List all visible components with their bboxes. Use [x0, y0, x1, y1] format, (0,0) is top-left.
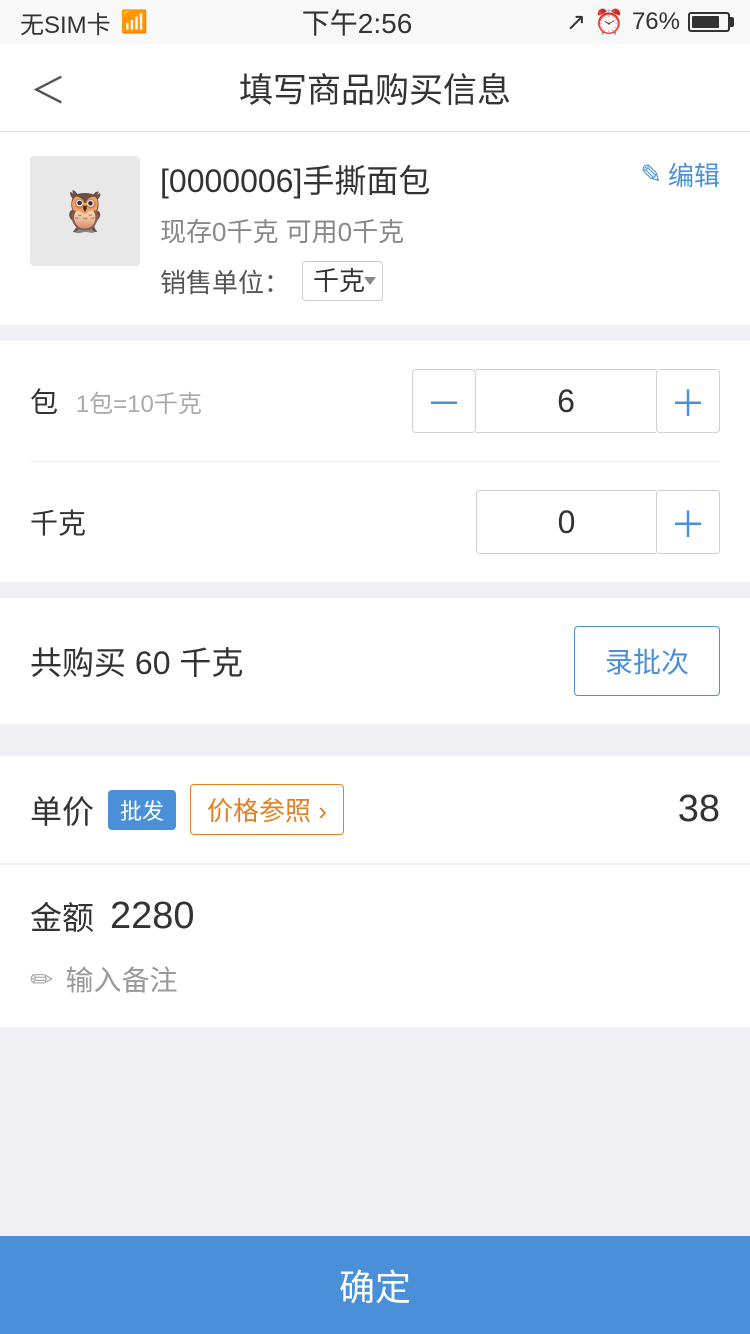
back-button[interactable]: ＜ — [20, 52, 76, 124]
product-thumb-icon: 🦉 — [60, 188, 110, 235]
product-thumbnail: 🦉 — [30, 156, 140, 266]
qty-label-bao: 包 1包=10千克 — [30, 381, 202, 421]
confirm-button[interactable]: 确定 — [0, 1236, 750, 1334]
nav-bar: ＜ 填写商品购买信息 — [0, 44, 750, 132]
remark-edit-icon: ✏ — [30, 963, 53, 996]
increment-bao-button[interactable]: ＋ — [656, 369, 720, 433]
battery-fill — [692, 16, 719, 28]
price-value: 38 — [678, 788, 720, 831]
increment-kg-button[interactable]: ＋ — [656, 490, 720, 554]
bottom-space — [0, 1027, 750, 1227]
quantity-section: 包 1包=10千克 － ＋ 千克 ＋ — [0, 341, 750, 582]
status-right: ↗ ⏰ 76% — [566, 8, 730, 37]
record-batch-button[interactable]: 录批次 — [574, 626, 720, 696]
status-bar: 无SIM卡 📶 下午2:56 ↗ ⏰ 76% — [0, 0, 750, 44]
qty-control-kg: ＋ — [476, 490, 720, 554]
price-tag: 批发 — [108, 790, 176, 830]
amount-row: 金额 2280 — [30, 893, 720, 939]
summary-section: 共购买 60 千克 录批次 — [0, 598, 750, 724]
location-icon: ↗ — [566, 8, 586, 37]
qty-row-bao: 包 1包=10千克 － ＋ — [30, 341, 720, 462]
page-title: 填写商品购买信息 — [239, 63, 511, 112]
edit-label: 编辑 — [668, 156, 720, 193]
qty-unit-kg: 千克 — [30, 508, 86, 539]
qty-sublabel-bao: 1包=10千克 — [76, 391, 202, 418]
amount-value: 2280 — [110, 895, 195, 938]
price-section: 单价 批发 价格参照 › 38 — [0, 756, 750, 863]
product-card: 🦉 [0000006]手撕面包 现存0千克 可用0千克 销售单位： 千克 包 ✎… — [0, 132, 750, 325]
alarm-icon: ⏰ — [594, 8, 624, 37]
amount-section: 金额 2280 ✏ 输入备注 — [0, 865, 750, 1027]
price-label: 单价 — [30, 787, 94, 833]
product-info: [0000006]手撕面包 现存0千克 可用0千克 销售单位： 千克 包 — [160, 156, 720, 301]
qty-input-kg[interactable] — [476, 490, 656, 554]
edit-button[interactable]: ✎ 编辑 — [640, 156, 720, 193]
product-name: [0000006]手撕面包 — [160, 156, 720, 202]
remark-row[interactable]: ✏ 输入备注 — [30, 959, 720, 999]
qty-row-kg: 千克 ＋ — [30, 462, 720, 582]
edit-icon: ✎ — [640, 159, 662, 190]
status-left: 无SIM卡 📶 — [20, 5, 148, 40]
summary-text: 共购买 60 千克 — [30, 638, 243, 684]
product-unit-row: 销售单位： 千克 包 — [160, 261, 720, 301]
qty-label-kg: 千克 — [30, 502, 86, 542]
status-time: 下午2:56 — [302, 2, 413, 42]
unit-select[interactable]: 千克 包 — [302, 261, 383, 301]
remark-label: 输入备注 — [65, 959, 177, 999]
decrement-bao-button[interactable]: － — [412, 369, 476, 433]
price-reference-button[interactable]: 价格参照 › — [190, 784, 344, 835]
product-stock: 现存0千克 可用0千克 — [160, 212, 720, 249]
wifi-icon: 📶 — [121, 9, 148, 35]
qty-unit-bao: 包 — [30, 387, 58, 418]
price-left: 单价 批发 价格参照 › — [30, 784, 344, 835]
battery-label: 76% — [632, 8, 680, 36]
unit-label: 销售单位： — [160, 263, 290, 300]
section-divider — [0, 724, 750, 740]
qty-control-bao: － ＋ — [412, 369, 720, 433]
battery-icon — [688, 12, 730, 32]
amount-label: 金额 — [30, 893, 94, 939]
carrier-label: 无SIM卡 — [20, 5, 111, 40]
qty-input-bao[interactable] — [476, 369, 656, 433]
